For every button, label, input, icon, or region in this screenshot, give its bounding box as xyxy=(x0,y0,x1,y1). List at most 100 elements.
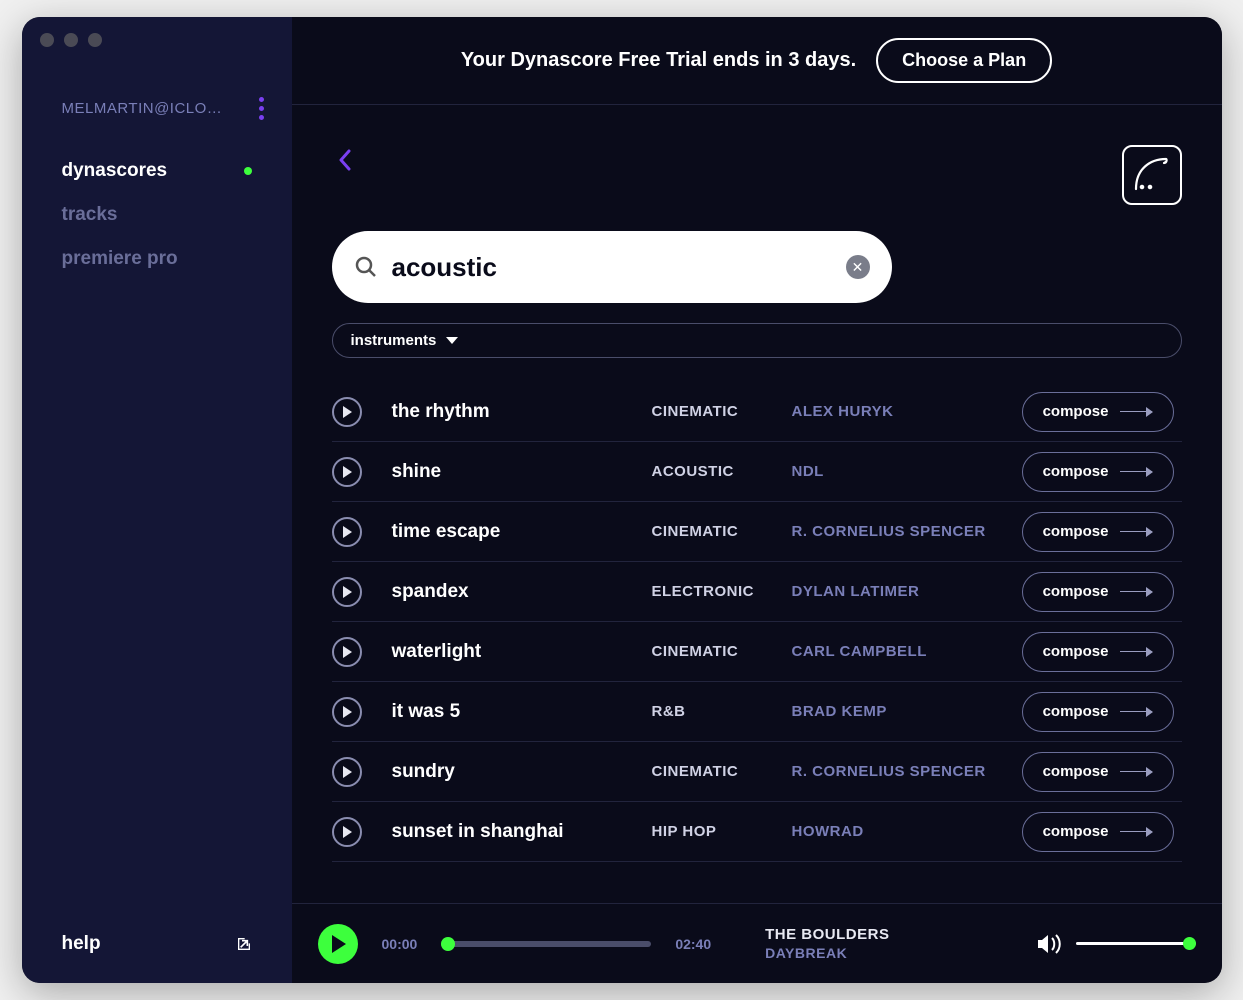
back-button[interactable] xyxy=(332,145,358,182)
compose-button[interactable]: compose xyxy=(1022,632,1174,672)
user-email: MELMARTIN@ICLO… xyxy=(62,100,223,117)
volume-slider[interactable] xyxy=(1076,942,1196,945)
compose-label: compose xyxy=(1043,403,1109,420)
play-icon xyxy=(343,826,352,838)
close-window-button[interactable] xyxy=(40,33,54,47)
track-genre: ELECTRONIC xyxy=(652,583,772,600)
track-play-button[interactable] xyxy=(332,637,362,667)
sidebar-item-label: tracks xyxy=(62,204,118,226)
compose-label: compose xyxy=(1043,703,1109,720)
play-icon xyxy=(332,935,346,953)
total-time: 02:40 xyxy=(675,936,711,952)
choose-plan-button[interactable]: Choose a Plan xyxy=(876,38,1052,83)
track-artist: HOWRAD xyxy=(792,823,1002,840)
caret-down-icon xyxy=(446,337,458,344)
seek-knob[interactable] xyxy=(441,937,455,951)
arrow-right-icon xyxy=(1120,711,1152,713)
chevron-left-icon xyxy=(338,149,352,171)
sidebar-item-tracks[interactable]: tracks xyxy=(62,204,252,226)
compose-label: compose xyxy=(1043,583,1109,600)
track-title: sundry xyxy=(392,761,632,783)
compose-button[interactable]: compose xyxy=(1022,692,1174,732)
arrow-right-icon xyxy=(1120,471,1152,473)
track-list: the rhythm CINEMATIC ALEX HURYK compose … xyxy=(332,382,1182,903)
sidebar-nav: dynascores tracks premiere pro xyxy=(22,160,292,270)
external-link-icon xyxy=(236,936,252,952)
play-icon xyxy=(343,646,352,658)
track-play-button[interactable] xyxy=(332,577,362,607)
sidebar-item-label: premiere pro xyxy=(62,248,178,270)
arrow-right-icon xyxy=(1120,651,1152,653)
compose-label: compose xyxy=(1043,823,1109,840)
compose-button[interactable]: compose xyxy=(1022,392,1174,432)
content-area: ✕ instruments the rhythm CINEMATIC ALEX … xyxy=(292,105,1222,903)
search-icon xyxy=(354,255,378,279)
track-title: the rhythm xyxy=(392,401,632,423)
track-artist: R. CORNELIUS SPENCER xyxy=(792,763,1002,780)
instruments-filter-dropdown[interactable]: instruments xyxy=(332,323,1182,358)
play-button[interactable] xyxy=(318,924,358,964)
now-playing: THE BOULDERS DAYBREAK xyxy=(765,926,889,961)
sidebar: MELMARTIN@ICLO… dynascores tracks premie… xyxy=(22,17,292,983)
close-icon: ✕ xyxy=(852,260,864,274)
track-genre: CINEMATIC xyxy=(652,403,772,420)
window-controls xyxy=(40,33,102,47)
track-play-button[interactable] xyxy=(332,457,362,487)
track-artist: BRAD KEMP xyxy=(792,703,1002,720)
track-play-button[interactable] xyxy=(332,397,362,427)
sidebar-item-dynascores[interactable]: dynascores xyxy=(62,160,252,182)
minimize-window-button[interactable] xyxy=(64,33,78,47)
compose-label: compose xyxy=(1043,463,1109,480)
now-playing-artist: DAYBREAK xyxy=(765,945,889,961)
track-title: sunset in shanghai xyxy=(392,821,632,843)
arrow-right-icon xyxy=(1120,831,1152,833)
track-row: time escape CINEMATIC R. CORNELIUS SPENC… xyxy=(332,502,1182,562)
track-title: spandex xyxy=(392,581,632,603)
play-icon xyxy=(343,526,352,538)
help-link[interactable]: help xyxy=(22,909,292,983)
sidebar-item-label: dynascores xyxy=(62,160,168,182)
play-icon xyxy=(343,406,352,418)
now-playing-title: THE BOULDERS xyxy=(765,926,889,943)
arrow-right-icon xyxy=(1120,411,1152,413)
arrow-right-icon xyxy=(1120,531,1152,533)
maximize-window-button[interactable] xyxy=(88,33,102,47)
track-play-button[interactable] xyxy=(332,697,362,727)
search-section: ✕ xyxy=(332,231,1182,303)
compose-button[interactable]: compose xyxy=(1022,512,1174,552)
track-title: it was 5 xyxy=(392,701,632,723)
clear-search-button[interactable]: ✕ xyxy=(846,255,870,279)
search-input[interactable] xyxy=(392,252,832,283)
compose-button[interactable]: compose xyxy=(1022,752,1174,792)
seek-slider[interactable] xyxy=(441,941,651,947)
trial-message: Your Dynascore Free Trial ends in 3 days… xyxy=(461,49,856,72)
track-play-button[interactable] xyxy=(332,517,362,547)
play-icon xyxy=(343,706,352,718)
track-title: shine xyxy=(392,461,632,483)
sidebar-item-premiere-pro[interactable]: premiere pro xyxy=(62,248,252,270)
compose-label: compose xyxy=(1043,523,1109,540)
app-logo xyxy=(1122,145,1182,205)
track-genre: R&B xyxy=(652,703,772,720)
track-genre: HIP HOP xyxy=(652,823,772,840)
play-icon xyxy=(343,586,352,598)
content-header xyxy=(332,145,1182,205)
active-indicator-icon xyxy=(244,167,252,175)
top-bar: Your Dynascore Free Trial ends in 3 days… xyxy=(292,17,1222,105)
track-genre: CINEMATIC xyxy=(652,643,772,660)
app-window: MELMARTIN@ICLO… dynascores tracks premie… xyxy=(22,17,1222,983)
track-title: waterlight xyxy=(392,641,632,663)
compose-button[interactable]: compose xyxy=(1022,452,1174,492)
player-bar: 00:00 02:40 THE BOULDERS DAYBREAK xyxy=(292,903,1222,983)
track-title: time escape xyxy=(392,521,632,543)
volume-knob[interactable] xyxy=(1183,937,1196,950)
volume-control xyxy=(1036,933,1196,955)
track-row: waterlight CINEMATIC CARL CAMPBELL compo… xyxy=(332,622,1182,682)
compose-button[interactable]: compose xyxy=(1022,572,1174,612)
track-play-button[interactable] xyxy=(332,757,362,787)
track-play-button[interactable] xyxy=(332,817,362,847)
play-icon xyxy=(343,466,352,478)
track-artist: NDL xyxy=(792,463,1002,480)
user-menu-button[interactable] xyxy=(259,97,264,120)
compose-button[interactable]: compose xyxy=(1022,812,1174,852)
